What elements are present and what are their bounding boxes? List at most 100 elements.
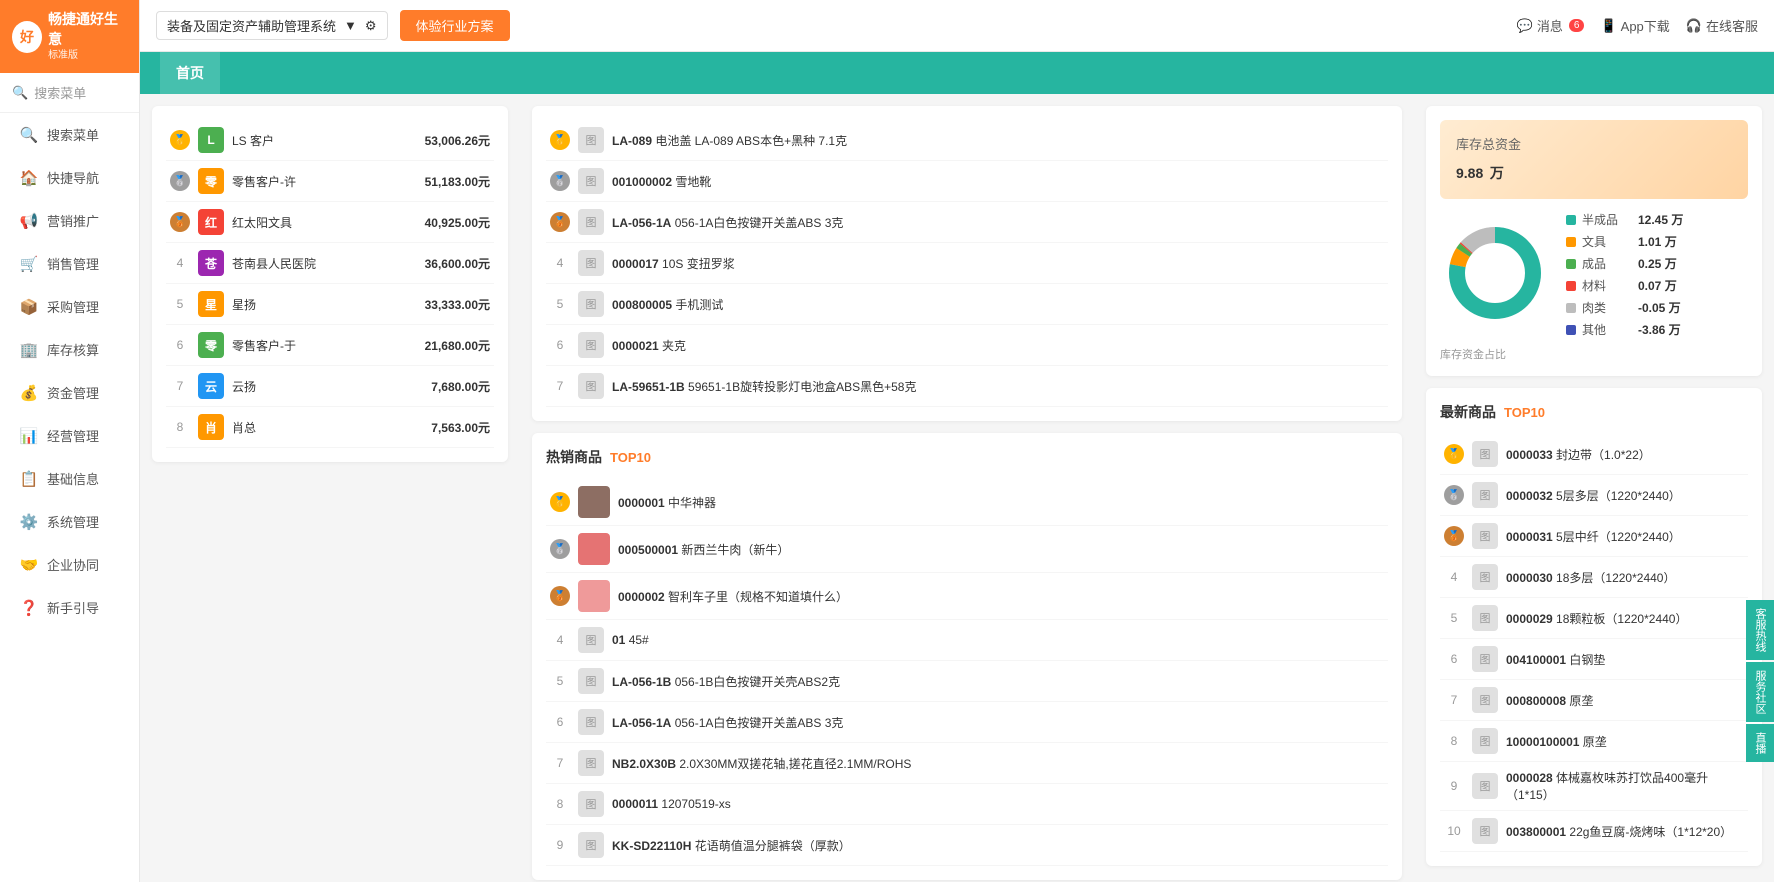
online-service-button[interactable]: 🎧 在线客服 (1686, 16, 1758, 35)
topbar-right: 💬 消息 6 📱 App下载 🎧 在线客服 (1517, 16, 1758, 35)
sidebar-item-guide[interactable]: ❓新手引导 (0, 586, 139, 629)
product-info: 0000021 夹克 (612, 337, 1384, 354)
product-rank-item: 7 图 LA-59651-1B 59651-1B旋转投影灯电池盒ABS黑色+58… (546, 366, 1388, 407)
legend-item: 材料 0.07 万 (1566, 277, 1683, 294)
float-service-button[interactable]: 直播 (1746, 724, 1774, 762)
customer-name: 肖总 (232, 419, 423, 436)
logo-main: 畅捷通好生意 (48, 10, 127, 49)
donut-chart (1440, 218, 1550, 331)
trial-button[interactable]: 体验行业方案 (400, 10, 510, 41)
customer-name: 零售客户-许 (232, 173, 417, 190)
right-panel: 库存总资金 9.88 万 (1414, 94, 1774, 882)
customer-name: 红太阳文具 (232, 214, 417, 231)
message-button[interactable]: 💬 消息 6 (1517, 16, 1585, 35)
marketing-icon: 📢 (19, 212, 39, 230)
sidebar-item-basic[interactable]: 📋基础信息 (0, 457, 139, 500)
legend-item: 肉类 -0.05 万 (1566, 299, 1683, 316)
customer-rank-list: 🥇 L LS 客户 53,006.26元🥈 零 零售客户-许 51,183.00… (166, 120, 494, 448)
sidebar-item-sales[interactable]: 🛒销售管理 (0, 242, 139, 285)
rank-medal: 🥉 (550, 586, 570, 606)
inventory-header: 库存总资金 9.88 万 (1440, 120, 1748, 199)
product-rank-item: 🥉 图 LA-056-1A 056-1A白色按键开关盖ABS 3克 (546, 202, 1388, 243)
hot-product-item: 6图 LA-056-1A 056-1A白色按键开关盖ABS 3克 (546, 702, 1388, 743)
product-icon: 图 (578, 668, 604, 694)
customer-name: 云扬 (232, 378, 423, 395)
rank-number: 8 (170, 420, 190, 434)
settings-icon[interactable]: ⚙ (365, 18, 377, 34)
rank-number: 8 (550, 797, 570, 811)
hot-product-item: 7图 NB2.0X30B 2.0X30MM双搓花轴,搓花直径2.1MM/ROHS (546, 743, 1388, 784)
legend-label: 半成品 (1582, 211, 1632, 228)
basic-icon: 📋 (19, 470, 39, 488)
float-service-button[interactable]: 服务社区 (1746, 662, 1774, 722)
rank-number: 5 (550, 674, 570, 688)
hot-product-info: KK-SD22110H 花语萌值温分腿裤袋（厚款） (612, 837, 1384, 854)
system-selector[interactable]: 装备及固定资产辅助管理系统 ▼ ⚙ (156, 11, 388, 40)
newest-products-card: 最新商品 TOP10 🥇 图 0000033 封边带（1.0*22）🥈 图 00… (1426, 388, 1762, 866)
legend-dot (1566, 215, 1576, 225)
rank-number: 7 (550, 379, 570, 393)
hot-product-item: 🥇 0000001 中华神器 (546, 479, 1388, 526)
sidebar-item-finance[interactable]: 💰资金管理 (0, 371, 139, 414)
app-download-button[interactable]: 📱 App下载 (1600, 16, 1669, 35)
customer-amount: 7,563.00元 (431, 419, 490, 436)
sidebar-logo: 好 畅捷通好生意 标准版 (0, 0, 139, 73)
newest-product-info: 0000033 封边带（1.0*22） (1506, 446, 1744, 463)
search-menu-item[interactable]: 🔍 搜索菜单 (0, 73, 139, 113)
product-info: LA-089 电池盖 LA-089 ABS本色+黑种 7.1克 (612, 132, 1384, 149)
message-icon: 💬 (1517, 18, 1533, 34)
product-rank-list: 🥇 图 LA-089 电池盖 LA-089 ABS本色+黑种 7.1克🥈 图 0… (546, 120, 1388, 407)
sidebar-item-label: 资金管理 (47, 383, 99, 402)
product-icon: 图 (578, 750, 604, 776)
phone-icon: 📱 (1600, 18, 1616, 34)
hot-product-item: 🥉 0000002 智利车子里（规格不知道填什么） (546, 573, 1388, 620)
rank-number: 7 (170, 379, 190, 393)
newest-product-item: 7 图 000800008 原垄 (1440, 680, 1748, 721)
page-header: 首页 (140, 52, 1774, 94)
sidebar-item-label: 营销推广 (47, 211, 99, 230)
customer-amount: 33,333.00元 (425, 296, 490, 313)
rank-number: 6 (550, 338, 570, 352)
product-icon: 图 (578, 709, 604, 735)
rank-number: 7 (550, 756, 570, 770)
rank-number: 5 (550, 297, 570, 311)
product-thumbnail (578, 533, 610, 565)
legend-label: 文具 (1582, 233, 1632, 250)
legend-value: 1.01 万 (1638, 233, 1677, 250)
customer-rank-item: 🥈 零 零售客户-许 51,183.00元 (166, 161, 494, 202)
sidebar-item-marketing[interactable]: 📢 营销推广 (0, 199, 139, 242)
sidebar-item-system[interactable]: ⚙️系统管理 (0, 500, 139, 543)
customer-ranking-card: 🥇 L LS 客户 53,006.26元🥈 零 零售客户-许 51,183.00… (152, 106, 508, 462)
sidebar-item-search[interactable]: 🔍搜索菜单 (0, 113, 139, 156)
home-tab[interactable]: 首页 (160, 52, 220, 94)
sidebar-item-quick[interactable]: 🏠快捷导航 (0, 156, 139, 199)
product-icon: 图 (1472, 482, 1498, 508)
customer-amount: 51,183.00元 (425, 173, 490, 190)
legend-dot (1566, 259, 1576, 269)
rank-medal: 🥈 (170, 171, 190, 191)
headset-icon: 🎧 (1686, 18, 1702, 34)
float-service-button[interactable]: 客服热线 (1746, 600, 1774, 660)
legend-dot (1566, 303, 1576, 313)
sidebar-item-purchase[interactable]: 📦采购管理 (0, 285, 139, 328)
enterprise-icon: 🤝 (19, 556, 39, 574)
search-icon: 🔍 (12, 85, 28, 101)
hot-product-info: 000500001 新西兰牛肉（新牛） (618, 541, 1384, 558)
rank-number: 9 (550, 838, 570, 852)
home-tab-label: 首页 (176, 63, 204, 83)
sidebar-item-operations[interactable]: 📊经营管理 (0, 414, 139, 457)
sidebar-item-inventory[interactable]: 🏢库存核算 (0, 328, 139, 371)
product-icon: 图 (578, 373, 604, 399)
hot-products-label: 热销商品 (546, 447, 602, 467)
legend-label: 成品 (1582, 255, 1632, 272)
newest-product-info: 10000100001 原垄 (1506, 733, 1744, 750)
product-rank-item: 6 图 0000021 夹克 (546, 325, 1388, 366)
rank-number: 4 (170, 256, 190, 270)
sidebar-item-label: 搜索菜单 (47, 125, 99, 144)
product-icon: 图 (1472, 818, 1498, 844)
rank-medal: 🥇 (550, 130, 570, 150)
sidebar-item-label: 经营管理 (47, 426, 99, 445)
customer-rank-item: 🥇 L LS 客户 53,006.26元 (166, 120, 494, 161)
sidebar-item-enterprise[interactable]: 🤝企业协同 (0, 543, 139, 586)
hot-product-info: LA-056-1B 056-1B白色按键开关壳ABS2克 (612, 673, 1384, 690)
